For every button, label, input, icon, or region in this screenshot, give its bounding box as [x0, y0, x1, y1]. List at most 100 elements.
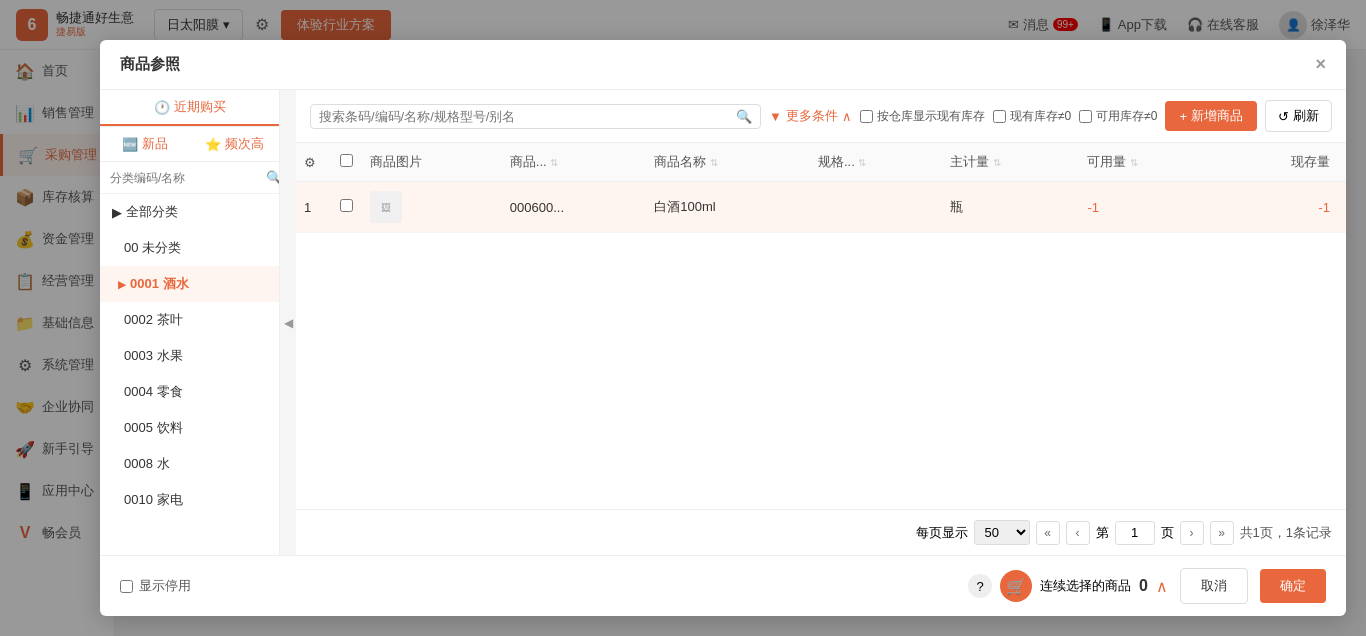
modal-footer: 显示停用 ? 🛒 连续选择的商品 0 ∧ 取消 确定 [100, 555, 1346, 616]
table-row[interactable]: 1 🖼 000600... 白酒100ml [296, 182, 1346, 233]
product-table-wrap: ⚙ 商品图片 商品... ⇅ [296, 143, 1346, 509]
search-icon[interactable]: 🔍 [736, 109, 752, 124]
col-code[interactable]: 商品... ⇅ [502, 143, 646, 182]
sort-spec-icon: ⇅ [858, 157, 866, 168]
cat-00[interactable]: 00 未分类 [100, 230, 279, 266]
row-checkbox[interactable] [340, 199, 353, 212]
prev-page-btn[interactable]: ‹ [1066, 521, 1090, 545]
col-settings-icon[interactable]: ⚙ [304, 155, 316, 170]
cat-0010[interactable]: 0010 家电 [100, 482, 279, 518]
new-icon: 🆕 [122, 137, 138, 152]
per-page-select[interactable]: 20 50 100 [974, 520, 1030, 545]
cat-00-label: 00 未分类 [124, 239, 181, 257]
cat-0004[interactable]: 0004 零食 [100, 374, 279, 410]
cat-0002[interactable]: 0002 茶叶 [100, 302, 279, 338]
product-thumbnail: 🖼 [370, 191, 402, 223]
show-disabled-checkbox[interactable] [120, 580, 133, 593]
table-header-row: ⚙ 商品图片 商品... ⇅ [296, 143, 1346, 182]
sort-code-icon: ⇅ [550, 157, 558, 168]
add-btn-label: 新增商品 [1191, 107, 1243, 125]
col-available[interactable]: 可用量 ⇅ [1079, 143, 1216, 182]
check-available-ne0-input[interactable] [1079, 110, 1092, 123]
cart-expand-btn[interactable]: ∧ [1156, 577, 1168, 596]
cat-search-icon[interactable]: 🔍 [266, 170, 280, 185]
cell-num: 1 [296, 182, 332, 233]
cat-all-label: 全部分类 [126, 203, 178, 221]
show-disabled-label[interactable]: 显示停用 [120, 577, 191, 595]
col-img: 商品图片 [362, 143, 502, 182]
pagination: 每页显示 20 50 100 « ‹ 第 页 › » 共1页，1条记录 [296, 509, 1346, 555]
cart-area: ? 🛒 连续选择的商品 0 ∧ [968, 570, 1168, 602]
cancel-button[interactable]: 取消 [1180, 568, 1248, 604]
cart-label: 连续选择的商品 [1040, 577, 1131, 595]
product-table: ⚙ 商品图片 商品... ⇅ [296, 143, 1346, 233]
cell-spec [810, 182, 943, 233]
check-stock-ne0-label: 现有库存≠0 [1010, 108, 1071, 125]
cell-checkbox[interactable] [332, 182, 362, 233]
page-suffix: 页 [1161, 524, 1174, 542]
first-page-btn[interactable]: « [1036, 521, 1060, 545]
col-unit[interactable]: 主计量 ⇅ [942, 143, 1079, 182]
filter-btn-label: 更多条件 [786, 107, 838, 125]
modal-close-button[interactable]: × [1315, 54, 1326, 75]
check-available-ne0-label: 可用库存≠0 [1096, 108, 1157, 125]
cell-name: 白酒100ml [646, 182, 810, 233]
filter-btn[interactable]: ▼ 更多条件 ∧ [769, 107, 852, 125]
cat-tab-freq[interactable]: ⭐ 频次高 [190, 127, 280, 161]
check-available-ne0[interactable]: 可用库存≠0 [1079, 108, 1157, 125]
cat-tab-new-label: 新品 [142, 135, 168, 153]
cat-0008[interactable]: 0008 水 [100, 446, 279, 482]
cart-count: 0 [1139, 577, 1148, 595]
cat-tab-new[interactable]: 🆕 新品 [100, 127, 190, 161]
cell-available: -1 [1079, 182, 1216, 233]
cell-code: 000600... [502, 182, 646, 233]
cat-0004-label: 0004 零食 [124, 383, 183, 401]
cat-all[interactable]: ▶ 全部分类 [100, 194, 279, 230]
help-icon[interactable]: ? [968, 574, 992, 598]
cell-unit: 瓶 [942, 182, 1079, 233]
product-search-input[interactable] [319, 109, 732, 124]
check-warehouse-input[interactable] [860, 110, 873, 123]
product-reference-modal: 商品参照 × 🕐 近期购买 🆕 新品 ⭐ 频次高 [100, 40, 1346, 616]
filter-icon: ▼ [769, 109, 782, 124]
modal-header: 商品参照 × [100, 40, 1346, 90]
cat-0008-label: 0008 水 [124, 455, 170, 473]
next-page-btn[interactable]: › [1180, 521, 1204, 545]
cell-img: 🖼 [362, 182, 502, 233]
cat-tab-freq-label: 频次高 [225, 135, 264, 153]
check-stock-ne0[interactable]: 现有库存≠0 [993, 108, 1071, 125]
col-stock[interactable]: 现存量 [1216, 143, 1346, 182]
refresh-btn[interactable]: ↺ 刷新 [1265, 100, 1332, 132]
col-spec[interactable]: 规格... ⇅ [810, 143, 943, 182]
modal-title: 商品参照 [120, 55, 180, 74]
cat-search-input[interactable] [110, 171, 260, 185]
content-panel: 🔍 ▼ 更多条件 ∧ 按仓库显示现有库存 现有库存≠0 可用库存≠0 [296, 90, 1346, 555]
cat-0001[interactable]: ▶ 0001 酒水 [100, 266, 279, 302]
confirm-button[interactable]: 确定 [1260, 569, 1326, 603]
page-input[interactable] [1115, 521, 1155, 545]
cat-tab-recent[interactable]: 🕐 近期购买 [100, 90, 279, 126]
col-name[interactable]: 商品名称 ⇅ [646, 143, 810, 182]
refresh-btn-label: 刷新 [1293, 107, 1319, 125]
last-page-btn[interactable]: » [1210, 521, 1234, 545]
cat-0002-label: 0002 茶叶 [124, 311, 183, 329]
check-warehouse[interactable]: 按仓库显示现有库存 [860, 108, 985, 125]
cat-search: 🔍 [100, 162, 279, 194]
sort-unit-icon: ⇅ [993, 157, 1001, 168]
sort-name-icon: ⇅ [710, 157, 718, 168]
select-all-checkbox[interactable] [340, 154, 353, 167]
cat-0003[interactable]: 0003 水果 [100, 338, 279, 374]
cat-0005[interactable]: 0005 饮料 [100, 410, 279, 446]
cart-icon[interactable]: 🛒 [1000, 570, 1032, 602]
col-settings[interactable]: ⚙ [296, 143, 332, 182]
modal-body: 🕐 近期购买 🆕 新品 ⭐ 频次高 🔍 ▶ [100, 90, 1346, 555]
col-checkbox [332, 143, 362, 182]
cat-tabs: 🕐 近期购买 [100, 90, 279, 127]
cat-0005-label: 0005 饮料 [124, 419, 183, 437]
tri-icon-0001: ▶ [118, 279, 126, 290]
total-info: 共1页，1条记录 [1240, 524, 1332, 542]
add-product-btn[interactable]: + 新增商品 [1165, 101, 1257, 131]
cell-stock: -1 [1216, 182, 1346, 233]
check-stock-ne0-input[interactable] [993, 110, 1006, 123]
collapse-panel-btn[interactable]: ◀ [280, 90, 296, 555]
